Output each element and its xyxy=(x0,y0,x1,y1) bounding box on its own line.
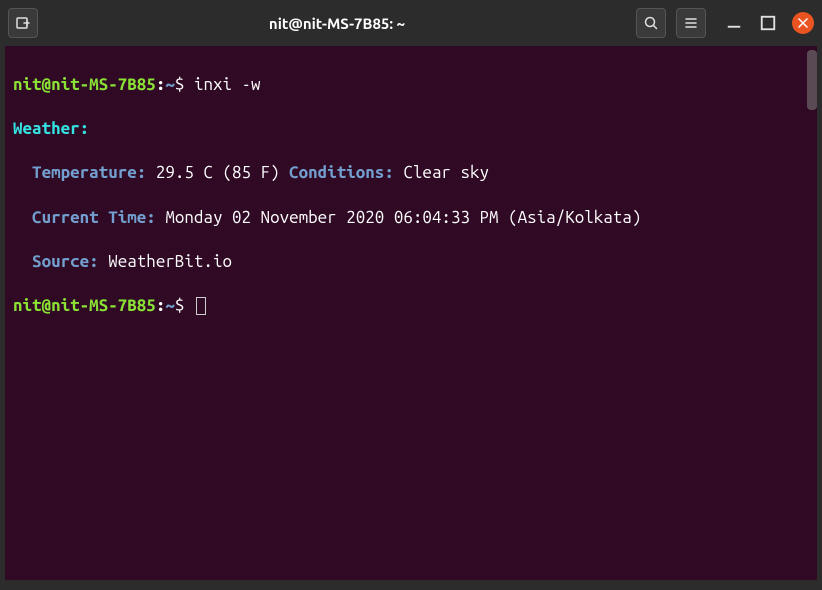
maximize-button[interactable] xyxy=(758,13,778,33)
current-time-value: Monday 02 November 2020 06:04:33 PM (Asi… xyxy=(165,208,641,227)
cursor xyxy=(196,297,206,315)
menu-button[interactable] xyxy=(676,8,706,38)
temperature-value: 29.5 C (85 F) xyxy=(156,163,280,182)
close-button[interactable] xyxy=(792,12,814,34)
scrollbar-thumb[interactable] xyxy=(807,50,817,110)
terminal-output[interactable]: nit@nit-MS-7B85:~$ inxi -w Weather: Temp… xyxy=(5,46,817,580)
prompt-colon: : xyxy=(156,75,166,94)
current-time-label: Current Time: xyxy=(32,208,156,227)
prompt-symbol-2: $ xyxy=(175,296,185,315)
conditions-label: Conditions: xyxy=(289,163,394,182)
prompt-user-2: nit@nit-MS-7B85 xyxy=(13,296,156,315)
prompt-user: nit@nit-MS-7B85 xyxy=(13,75,156,94)
prompt-path: ~ xyxy=(165,75,175,94)
conditions-value: Clear sky xyxy=(403,163,489,182)
titlebar: nit@nit-MS-7B85: ~ xyxy=(0,0,822,46)
prompt-symbol: $ xyxy=(175,75,185,94)
source-label: Source: xyxy=(32,252,99,271)
window-title: nit@nit-MS-7B85: ~ xyxy=(44,15,630,32)
command-text: inxi -w xyxy=(194,75,261,94)
prompt-colon-2: : xyxy=(156,296,166,315)
temperature-label: Temperature: xyxy=(32,163,146,182)
search-button[interactable] xyxy=(636,8,666,38)
minimize-button[interactable] xyxy=(724,13,744,33)
weather-heading: Weather: xyxy=(13,119,89,138)
new-tab-button[interactable] xyxy=(8,8,38,38)
source-value: WeatherBit.io xyxy=(108,252,232,271)
prompt-path-2: ~ xyxy=(165,296,175,315)
